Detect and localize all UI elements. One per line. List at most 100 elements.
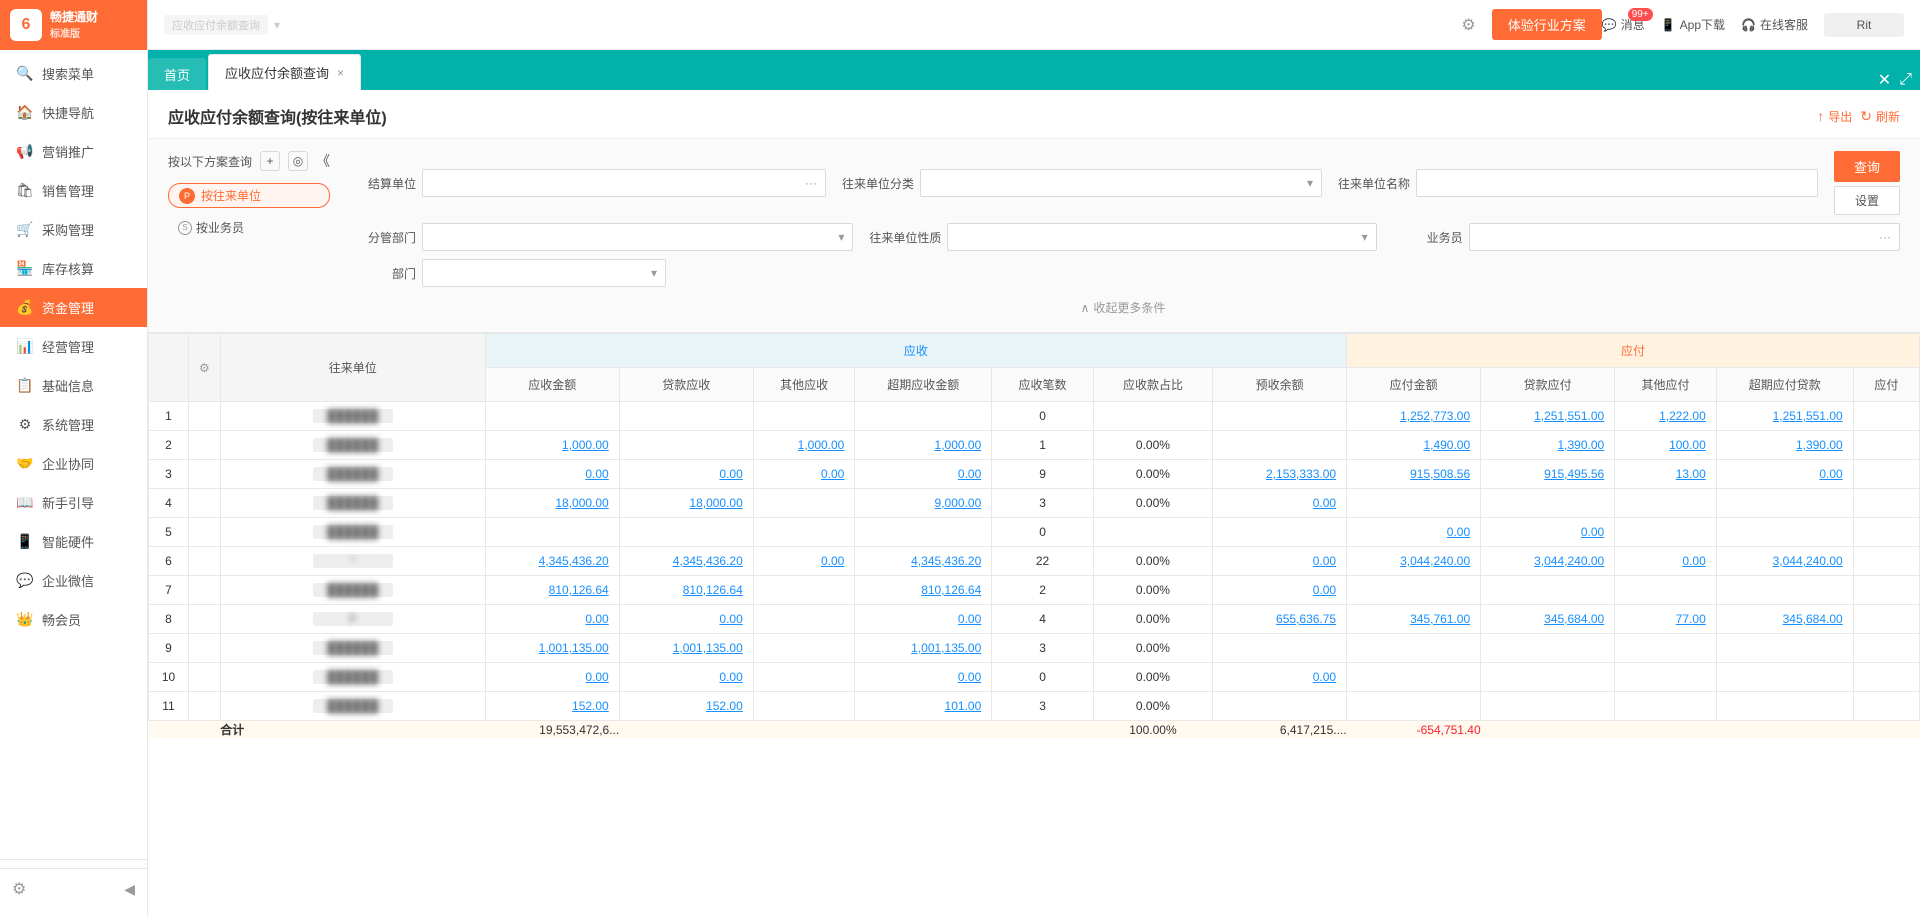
topbar-gear-icon[interactable]: ⚙ [1461, 15, 1475, 35]
col-num-header [149, 334, 189, 402]
sidebar-item-quick-nav[interactable]: 🏠快捷导航 [0, 93, 147, 132]
user-avatar[interactable]: Rit [1824, 13, 1904, 37]
query-button[interactable]: 查询 [1834, 151, 1900, 182]
total-advance: 6,417,215.... [1213, 721, 1347, 739]
refresh-button[interactable]: ↻ 刷新 [1860, 108, 1900, 125]
row-partner: ██████ [220, 402, 485, 431]
table-row: 3██████0.000.000.000.0090.00%2,153,333.0… [149, 460, 1920, 489]
app-download-button[interactable]: 📱 App下载 [1661, 16, 1725, 33]
tab-close-all-icon[interactable]: ✕ [1878, 70, 1891, 90]
sidebar-item-purchase[interactable]: 🛒采购管理 [0, 210, 147, 249]
scheme-by-salesman[interactable]: S 按业务员 [168, 216, 330, 239]
message-badge: 99+ [1628, 8, 1653, 21]
page-content: 应收应付余额查询(按往来单位) ↑ 导出 ↻ 刷新 按以下方案查询 [148, 90, 1920, 917]
table-row: 6^4,345,436.204,345,436.200.004,345,436.… [149, 547, 1920, 576]
settlement-dots-icon: ··· [805, 176, 817, 190]
col-payable-group-header: 应付 [1347, 334, 1920, 368]
partner-nature-arrow: ▾ [1362, 230, 1368, 244]
sidebar-item-guide[interactable]: 📖 新手引导 [0, 483, 147, 522]
sidebar: 6 畅捷通财 标准版 🔍搜索菜单🏠快捷导航📢营销推广🛍销售管理🛒采购管理🏪库存核… [0, 0, 148, 917]
branch-dept-select[interactable]: ▾ [422, 223, 853, 251]
scheme-salesman-label: 按业务员 [196, 219, 244, 236]
service-icon: 🎧 [1741, 18, 1756, 32]
online-service-button[interactable]: 🎧 在线客服 [1741, 16, 1808, 33]
sidebar-item-sales[interactable]: 🛍销售管理 [0, 171, 147, 210]
filter-add-button[interactable]: + [260, 151, 280, 171]
sidebar-item-corp[interactable]: 🤝企业协同 [0, 444, 147, 483]
scheme-by-partner[interactable]: P 按往来单位 [168, 183, 330, 208]
sidebar-label-system: 系统管理 [42, 415, 94, 434]
partner-nature-select[interactable]: ▾ [947, 223, 1376, 251]
settings-icon[interactable]: ⚙ [12, 879, 26, 899]
sidebar-icon-guide: 📖 [16, 494, 34, 512]
col-loan-payable: 贷款应付 [1481, 368, 1615, 402]
tab-expand-icon[interactable]: ⤢ [1899, 71, 1912, 89]
partner-category-select[interactable]: ▾ [920, 169, 1322, 197]
sidebar-item-member[interactable]: 👑畅会员 [0, 600, 147, 639]
filter-header: 按以下方案查询 + ◎ 《 [168, 151, 330, 171]
table-row: 5██████00.000.00 [149, 518, 1920, 547]
sidebar-label-guide: 新手引导 [42, 493, 94, 512]
sidebar-item-marketing[interactable]: 📢营销推广 [0, 132, 147, 171]
total-row: 合计19,553,472,6...100.00%6,417,215....-65… [149, 721, 1920, 739]
filter-setting-icon[interactable]: ◎ [288, 151, 308, 171]
row-num: 3 [149, 460, 189, 489]
sidebar-item-finance[interactable]: 💰资金管理 [0, 288, 147, 327]
collapse-button[interactable]: ∧ 收起更多条件 [346, 295, 1900, 320]
table-row: 11██████152.00152.00101.0030.00% [149, 692, 1920, 721]
sidebar-item-inventory[interactable]: 🏪库存核算 [0, 249, 147, 288]
topbar-actions: ⚙ 体验行业方案 [1461, 9, 1601, 40]
col-advance-balance: 预收余额 [1213, 368, 1347, 402]
sidebar-label-sales: 销售管理 [42, 181, 94, 200]
sidebar-item-basic[interactable]: 📋基础信息 [0, 366, 147, 405]
salesman-input[interactable]: ··· [1469, 223, 1900, 251]
sidebar-icon-quick-nav: 🏠 [16, 104, 34, 122]
sidebar-item-wechat[interactable]: 💬企业微信 [0, 561, 147, 600]
trial-button[interactable]: 体验行业方案 [1492, 9, 1602, 40]
partner-category-arrow: ▾ [1307, 176, 1313, 190]
message-button[interactable]: 💬 消息 99+ [1602, 16, 1645, 33]
row-partner: ██████ [220, 663, 485, 692]
sidebar-label-finance: 资金管理 [42, 298, 94, 317]
col-gear-header[interactable]: ⚙ [189, 334, 221, 402]
filter-collapse-icon[interactable]: 《 [316, 151, 330, 171]
sidebar-label-basic: 基础信息 [42, 376, 94, 395]
export-button[interactable]: ↑ 导出 [1817, 108, 1852, 125]
user-name: Rit [1857, 18, 1872, 32]
settlement-unit-input[interactable]: ··· [422, 169, 826, 197]
sidebar-item-search-menu[interactable]: 🔍搜索菜单 [0, 54, 147, 93]
collapse-icon[interactable]: ◀ [124, 881, 135, 898]
sidebar-item-operation[interactable]: 📊经营管理 [0, 327, 147, 366]
row-num: 1 [149, 402, 189, 431]
logo-text-group: 畅捷通财 标准版 [50, 10, 98, 41]
setting-button[interactable]: 设置 [1834, 186, 1900, 215]
sidebar-item-system[interactable]: ⚙系统管理 [0, 405, 147, 444]
tab-close-icon[interactable]: × [337, 66, 344, 80]
table-row: 4██████18,000.0018,000.009,000.0030.00%0… [149, 489, 1920, 518]
table-row: 10██████0.000.000.0000.00%0.00 [149, 663, 1920, 692]
row-num: 5 [149, 518, 189, 547]
row-gear [189, 547, 221, 576]
filter-title: 按以下方案查询 [168, 153, 252, 170]
col-partner-header: 往来单位 [220, 334, 485, 402]
col-receivable-group-header: 应收 [485, 334, 1346, 368]
sidebar-item-hardware[interactable]: 📱 智能硬件 [0, 522, 147, 561]
total-receivable-amount: 19,553,472,6... [485, 721, 619, 739]
partner-nature-label: 往来单位性质 [869, 229, 941, 246]
tab-home[interactable]: 首页 [148, 58, 206, 90]
dept-select[interactable]: ▾ [422, 259, 666, 287]
scheme-partner-label: 按往来单位 [201, 187, 261, 204]
tab-ar-ap[interactable]: 应收应付余额查询 × [208, 54, 361, 90]
row-num: 10 [149, 663, 189, 692]
branch-dept-label: 分管部门 [346, 229, 416, 246]
table-row: 7██████810,126.64810,126.64810,126.6420.… [149, 576, 1920, 605]
sidebar-label-hardware: 智能硬件 [42, 532, 94, 551]
table-row: 8P0.000.000.0040.00%655,636.75345,761.00… [149, 605, 1920, 634]
sidebar-icon-marketing: 📢 [16, 143, 34, 161]
row-gear [189, 402, 221, 431]
sidebar-label-operation: 经营管理 [42, 337, 94, 356]
app-label: App下载 [1680, 16, 1725, 33]
total-ratio: 100.00% [1093, 721, 1212, 739]
partner-name-input[interactable] [1416, 169, 1818, 197]
sidebar-icon-hardware: 📱 [16, 533, 34, 551]
